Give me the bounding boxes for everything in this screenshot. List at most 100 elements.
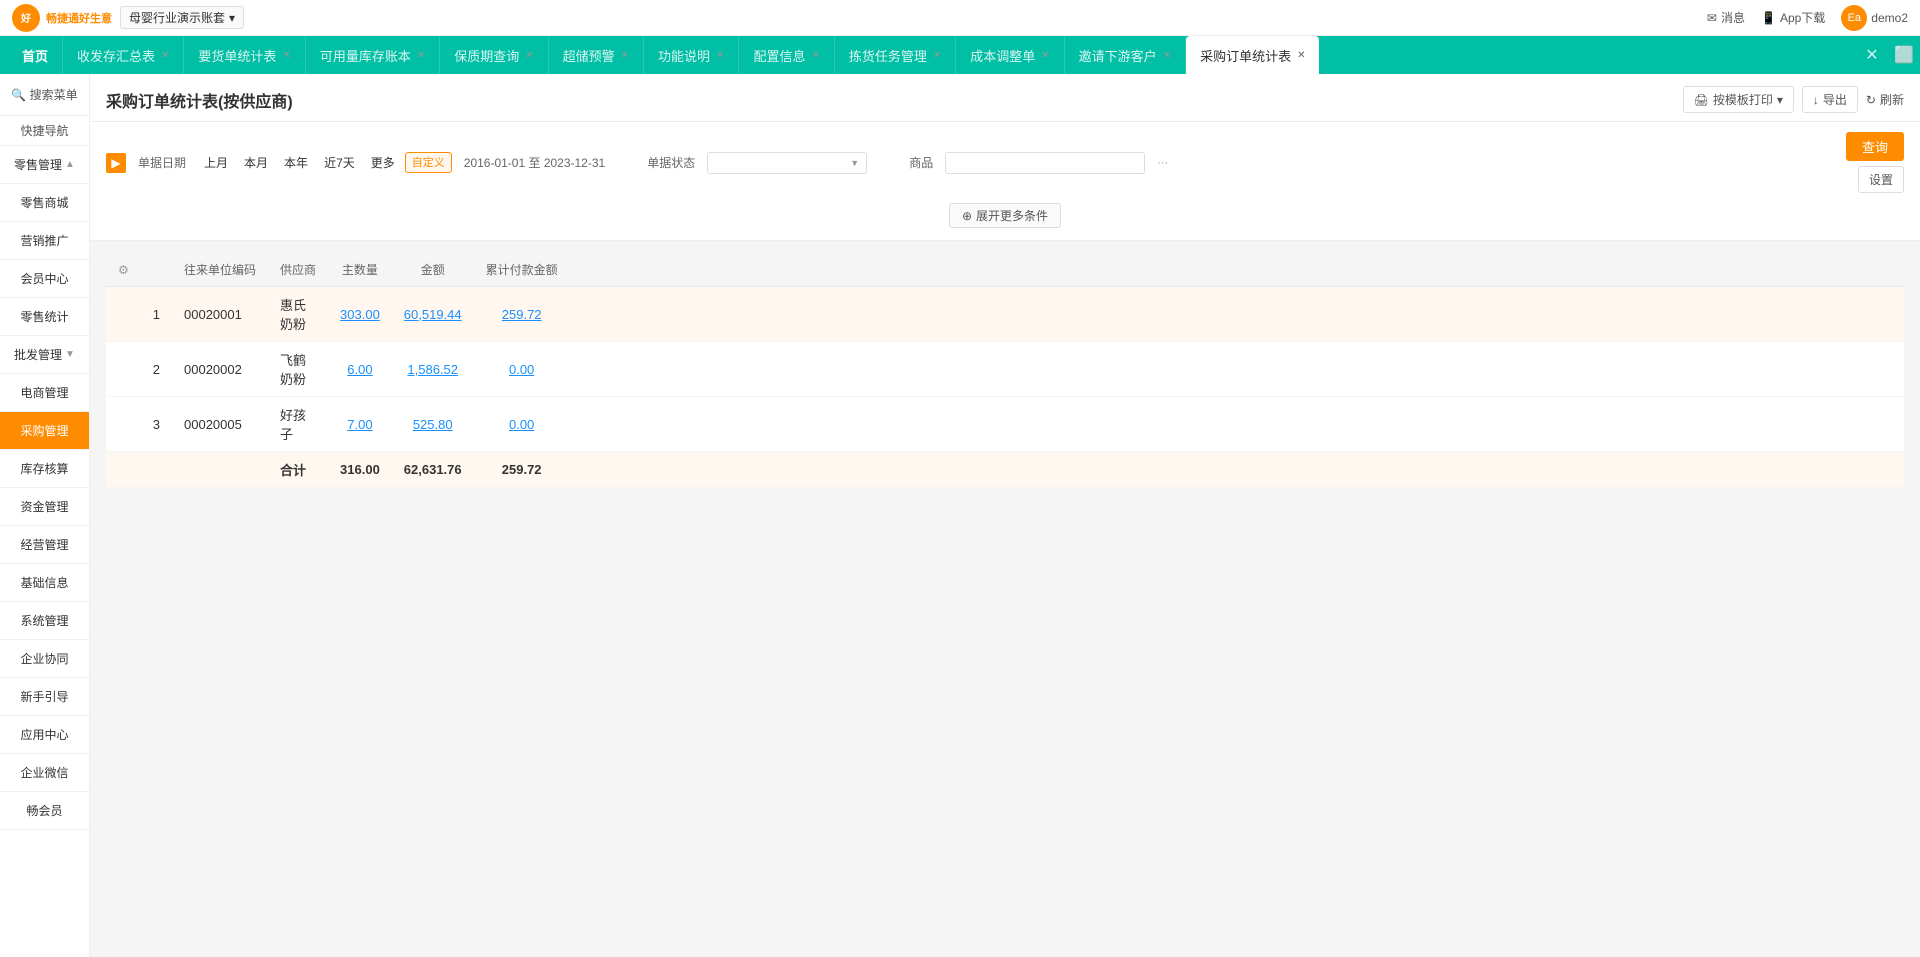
sidebar-item-retail-stats[interactable]: 零售统计 bbox=[0, 298, 89, 336]
row-amount[interactable]: 60,519.44 bbox=[392, 287, 474, 342]
row-quantity[interactable]: 7.00 bbox=[328, 397, 392, 452]
sidebar-item-ecommerce-mgmt[interactable]: 电商管理 bbox=[0, 374, 89, 412]
this-year-btn[interactable]: 本年 bbox=[278, 152, 314, 173]
close-icon[interactable]: ✕ bbox=[933, 50, 941, 61]
sidebar-item-marketing[interactable]: 营销推广 bbox=[0, 222, 89, 260]
sidebar-item-retail-mgmt[interactable]: 零售管理 ▲ bbox=[0, 146, 89, 184]
row-empty bbox=[570, 397, 1904, 452]
row-settings bbox=[106, 342, 141, 397]
last-7-days-btn[interactable]: 近7天 bbox=[318, 152, 361, 173]
expand-row: ⊕ 展开更多条件 bbox=[106, 199, 1904, 230]
quick-nav-btn[interactable]: 快捷导航 bbox=[0, 116, 89, 146]
sidebar-item-retail-shop[interactable]: 零售商城 bbox=[0, 184, 89, 222]
sidebar-item-basic-info[interactable]: 基础信息 bbox=[0, 564, 89, 602]
tab-func-desc[interactable]: 功能说明 ✕ bbox=[644, 36, 739, 74]
sidebar-search-section: 🔍 搜索菜单 bbox=[0, 74, 89, 116]
row-unit-code: 00020005 bbox=[172, 397, 268, 452]
row-quantity[interactable]: 303.00 bbox=[328, 287, 392, 342]
sidebar-item-ops-mgmt[interactable]: 经营管理 bbox=[0, 526, 89, 564]
search-menu-btn[interactable]: 🔍 搜索菜单 bbox=[6, 82, 83, 107]
sidebar-item-member-center[interactable]: 会员中心 bbox=[0, 260, 89, 298]
workspace-selector[interactable]: 母婴行业演示账套 ▾ bbox=[120, 6, 244, 29]
sidebar-item-label: 企业协同 bbox=[20, 650, 68, 667]
tab-overstock-warning[interactable]: 超储预警 ✕ bbox=[549, 36, 644, 74]
page-actions: 🖨 按模板打印 ▾ ↓ 导出 ↻ 刷新 bbox=[1683, 86, 1904, 113]
sidebar-item-stock-check[interactable]: 库存核算 bbox=[0, 450, 89, 488]
tab-config-info[interactable]: 配置信息 ✕ bbox=[739, 36, 834, 74]
query-btn[interactable]: 查询 bbox=[1846, 132, 1904, 161]
sidebar-item-new-guide[interactable]: 新手引导 bbox=[0, 678, 89, 716]
sidebar-item-app-center[interactable]: 应用中心 bbox=[0, 716, 89, 754]
expand-conditions-btn[interactable]: ⊕ 展开更多条件 bbox=[949, 203, 1061, 228]
th-settings[interactable]: ⚙ bbox=[106, 253, 141, 287]
close-icon[interactable]: ✕ bbox=[811, 50, 819, 61]
close-icon[interactable]: ✕ bbox=[1163, 50, 1171, 61]
app-download-btn[interactable]: 📱 App下载 bbox=[1761, 9, 1825, 26]
sidebar-item-enterprise-wechat[interactable]: 企业微信 bbox=[0, 754, 89, 792]
row-quantity[interactable]: 6.00 bbox=[328, 342, 392, 397]
row-paid[interactable]: 0.00 bbox=[474, 397, 570, 452]
more-conditions-icon[interactable]: ··· bbox=[1157, 157, 1168, 169]
close-icon[interactable]: ✕ bbox=[525, 50, 533, 61]
tab-expiry-query[interactable]: 保质期查询 ✕ bbox=[440, 36, 548, 74]
sidebar-item-purchase-mgmt[interactable]: 采购管理 bbox=[0, 412, 89, 450]
row-unit-code: 00020001 bbox=[172, 287, 268, 342]
collapse-filter-btn[interactable]: ▶ bbox=[106, 153, 126, 173]
restore-tab-btn[interactable]: ⬜ bbox=[1888, 36, 1920, 74]
th-amount: 金额 bbox=[392, 253, 474, 287]
tab-receive-summary[interactable]: 收发存汇总表 ✕ bbox=[63, 36, 184, 74]
settings-btn[interactable]: 设置 bbox=[1858, 166, 1904, 193]
row-amount[interactable]: 525.80 bbox=[392, 397, 474, 452]
close-icon[interactable]: ✕ bbox=[417, 50, 425, 61]
last-month-btn[interactable]: 上月 bbox=[198, 152, 234, 173]
tab-label: 保质期查询 bbox=[454, 46, 519, 65]
sidebar-item-finance-mgmt[interactable]: 资金管理 bbox=[0, 488, 89, 526]
close-icon[interactable]: ✕ bbox=[1297, 50, 1305, 61]
sidebar-item-member[interactable]: 畅会员 bbox=[0, 792, 89, 830]
tab-order-summary[interactable]: 要货单统计表 ✕ bbox=[184, 36, 305, 74]
sidebar-item-label: 新手引导 bbox=[20, 688, 68, 705]
row-amount[interactable]: 1,586.52 bbox=[392, 342, 474, 397]
close-icon[interactable]: ✕ bbox=[161, 50, 169, 61]
sidebar-item-wholesale-mgmt[interactable]: 批发管理 ▼ bbox=[0, 336, 89, 374]
row-settings bbox=[106, 287, 141, 342]
tab-label: 功能说明 bbox=[658, 46, 710, 65]
user-menu[interactable]: Ea demo2 bbox=[1841, 5, 1908, 31]
close-icon[interactable]: ✕ bbox=[282, 50, 290, 61]
sidebar-item-enterprise-coop[interactable]: 企业协同 bbox=[0, 640, 89, 678]
tab-home[interactable]: 首页 bbox=[8, 36, 63, 74]
sidebar-item-label: 资金管理 bbox=[20, 498, 68, 515]
close-icon[interactable]: ✕ bbox=[716, 50, 724, 61]
refresh-icon: ↻ bbox=[1866, 93, 1876, 107]
row-paid[interactable]: 0.00 bbox=[474, 342, 570, 397]
more-dates-btn[interactable]: 更多 bbox=[365, 152, 401, 173]
tab-pick-task[interactable]: 拣货任务管理 ✕ bbox=[835, 36, 956, 74]
tab-invite-customer[interactable]: 邀请下游客户 ✕ bbox=[1065, 36, 1186, 74]
row-paid[interactable]: 259.72 bbox=[474, 287, 570, 342]
custom-date-btn[interactable]: 自定义 bbox=[405, 152, 452, 173]
refresh-btn[interactable]: ↻ 刷新 bbox=[1866, 91, 1904, 108]
search-menu-label: 搜索菜单 bbox=[30, 88, 78, 102]
tab-purchase-summary[interactable]: 采购订单统计表 ✕ bbox=[1186, 36, 1319, 74]
print-btn[interactable]: 🖨 按模板打印 ▾ bbox=[1683, 86, 1794, 113]
close-icon[interactable]: ✕ bbox=[1041, 50, 1049, 61]
goods-input[interactable] bbox=[945, 152, 1145, 174]
this-month-btn[interactable]: 本月 bbox=[238, 152, 274, 173]
expand-icon: ⊕ bbox=[962, 209, 972, 223]
tab-cost-adjust[interactable]: 成本调整单 ✕ bbox=[956, 36, 1064, 74]
nav-controls: ✕ ⬜ bbox=[1856, 36, 1920, 74]
export-btn[interactable]: ↓ 导出 bbox=[1802, 86, 1858, 113]
sidebar-item-label: 库存核算 bbox=[20, 460, 68, 477]
message-btn[interactable]: ✉ 消息 bbox=[1707, 9, 1745, 26]
status-select[interactable] bbox=[707, 152, 867, 174]
sidebar-item-sys-mgmt[interactable]: 系统管理 bbox=[0, 602, 89, 640]
table-footer-row: 合计 316.00 62,631.76 259.72 bbox=[106, 452, 1904, 488]
tab-available-stock[interactable]: 可用量库存账本 ✕ bbox=[306, 36, 440, 74]
close-icon[interactable]: ✕ bbox=[621, 50, 629, 61]
row-empty bbox=[570, 342, 1904, 397]
th-paid: 累计付款金额 bbox=[474, 253, 570, 287]
close-tab-btn[interactable]: ✕ bbox=[1856, 36, 1888, 74]
tab-home-label: 首页 bbox=[22, 46, 48, 65]
tab-label: 超储预警 bbox=[563, 46, 615, 65]
sidebar-item-label: 经营管理 bbox=[20, 536, 68, 553]
